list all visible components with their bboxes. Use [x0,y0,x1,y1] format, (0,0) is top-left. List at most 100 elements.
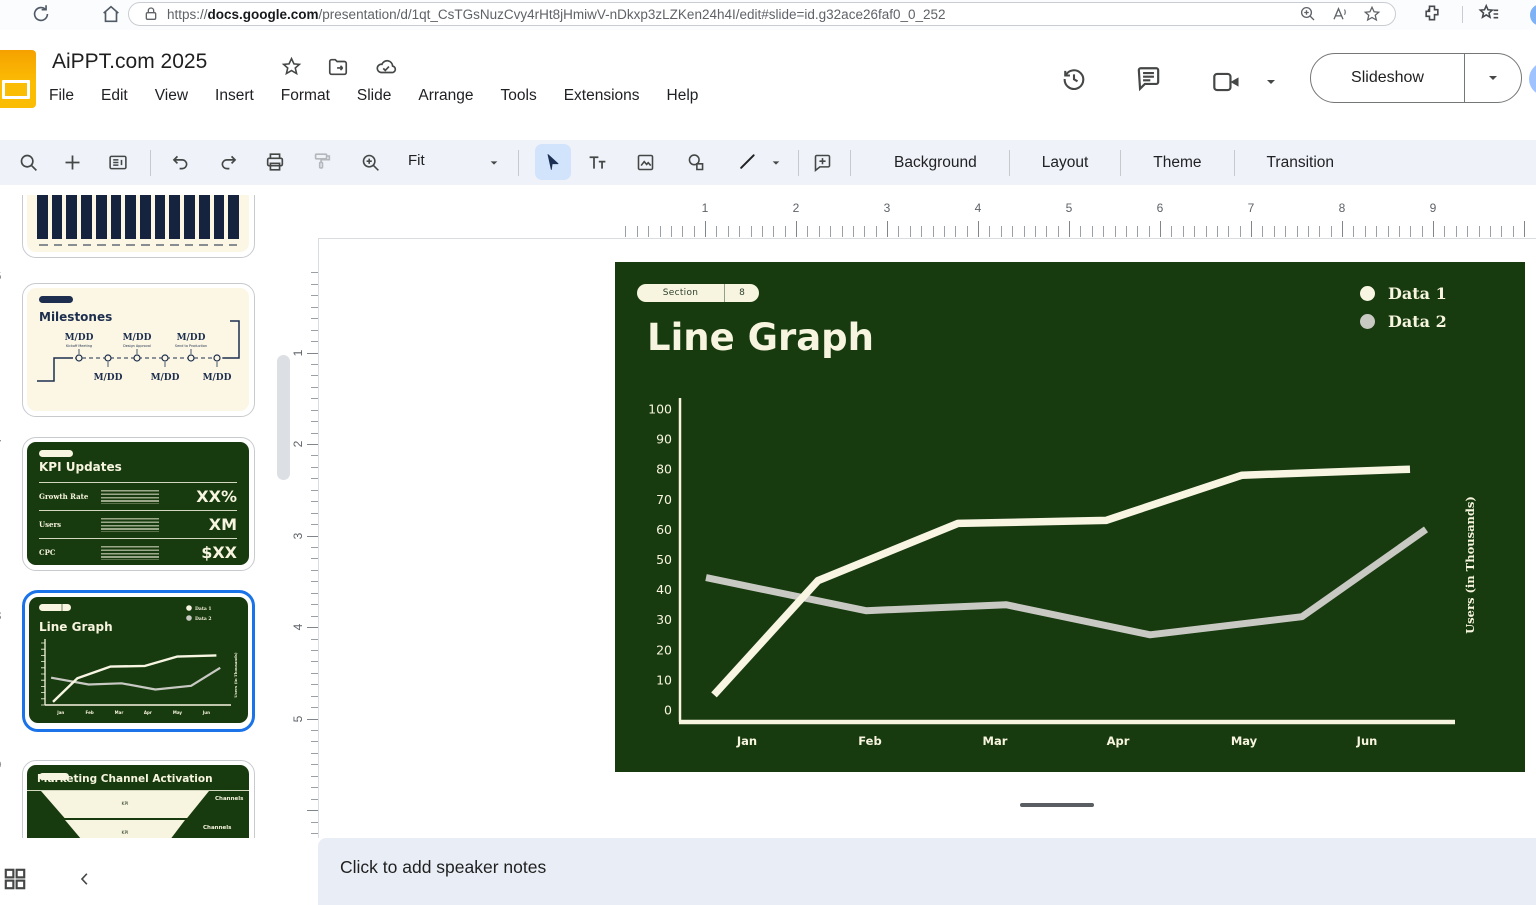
funnel-channel-label: Channels [215,796,244,802]
background-button[interactable]: Background [862,154,1009,172]
ruler-tick [311,489,318,491]
thumbnail-bar-label [39,244,48,246]
insert-image-icon[interactable] [635,152,656,173]
slide-thumbnail-marketing-funnel[interactable]: Marketing Channel Activation KPI Channels… [22,760,255,838]
ruler-number: 1 [291,349,305,356]
ruler-tick [1376,226,1378,237]
url-text[interactable]: https://docs.google.com/presentation/d/1… [167,7,1299,22]
chart-legend[interactable]: Data 1 Data 2 [1360,284,1447,331]
menu-insert[interactable]: Insert [215,87,254,105]
star-document-icon[interactable] [281,56,302,77]
favorite-star-icon[interactable] [1363,5,1381,23]
ruler-tick [1421,226,1423,237]
document-title[interactable]: AiPPT.com 2025 [52,50,207,74]
slideshow-options-caret[interactable] [1465,54,1521,102]
thumbnail-bar-label [111,244,121,246]
cloud-status-icon[interactable] [374,56,398,78]
speaker-notes[interactable]: Click to add speaker notes [318,838,1536,905]
address-bar[interactable]: https://docs.google.com/presentation/d/1… [128,2,1396,26]
slide-layout-icon[interactable] [107,152,129,173]
current-slide[interactable]: Section 8 Line Graph Data 1 Data 2 100 90 8… [615,262,1525,772]
home-icon[interactable] [100,3,122,25]
menu-help[interactable]: Help [667,87,699,105]
menu-edit[interactable]: Edit [101,87,128,105]
text-box-icon[interactable] [586,152,609,173]
slides-logo-icon[interactable] [0,50,36,108]
svg-text:Users (in Thousands): Users (in Thousands) [233,652,238,698]
browser-avatar[interactable] [1530,4,1536,26]
meet-camera-icon[interactable] [1212,69,1242,95]
svg-text:Jan: Jan [56,710,64,715]
menu-extensions[interactable]: Extensions [564,87,640,105]
meet-dropdown-caret-icon[interactable] [1264,76,1278,88]
filmstrip-scrollbar[interactable] [277,355,290,480]
zoom-icon[interactable] [360,152,381,173]
menu-format[interactable]: Format [281,87,330,105]
ruler-number: 2 [291,440,305,448]
favorites-bar-icon[interactable] [1478,3,1500,25]
theme-button[interactable]: Theme [1121,154,1233,172]
ruler-tick [311,684,318,686]
legend-item[interactable]: Data 2 [1360,312,1447,331]
section-badge-label: Section [662,288,699,298]
zoom-caret-icon[interactable] [488,158,500,168]
print-icon[interactable] [264,151,286,173]
refresh-icon[interactable] [30,3,52,25]
transition-button[interactable]: Transition [1235,154,1366,172]
collapse-filmstrip-icon[interactable] [76,870,94,888]
kpi-row-description [101,545,159,560]
line-chart-svg: 1009080706050403020100Jan Feb Mar Apr May Jun [648,398,1455,748]
notes-resize-handle[interactable] [1020,803,1094,807]
thumbnail-bar-label [97,244,106,246]
line-chart[interactable]: 100 90 80 70 60 50 40 30 20 10 0 Jan Feb Mar Apr May Jun [635,392,1475,762]
svg-text:M/DD: M/DD [151,373,180,383]
paint-format-icon[interactable] [311,151,333,173]
menu-view[interactable]: View [155,87,188,105]
svg-text:Feb: Feb [858,734,881,748]
undo-icon[interactable] [170,152,191,173]
ruler-tick [311,409,318,411]
layout-button[interactable]: Layout [1010,154,1121,172]
slide-title[interactable]: Line Graph [647,316,874,359]
svg-text:Mar: Mar [983,734,1008,748]
menu-slide[interactable]: Slide [357,87,391,105]
zoom-page-icon[interactable] [1299,5,1317,23]
ruler-tick [1194,226,1196,237]
slide-thumbnail-milestones[interactable]: Milestones M/DD Kickoff Meeting M/DD Design … [22,283,255,417]
insert-line-icon[interactable] [737,152,757,172]
slideshow-button[interactable]: Slideshow [1311,54,1464,102]
thumbnail-bar-labels [39,244,238,246]
comments-icon[interactable] [1134,64,1163,93]
ruler-tick [852,226,854,237]
slide-thumbnail-line-graph-selected[interactable]: Line Graph Data 1 Data 2 Jan Feb Mar Apr May Jun… [22,590,255,732]
ruler-tick [955,226,957,237]
slide-thumbnail-kpi-updates[interactable]: KPI Updates Growth Rate XX% Users XM CPC $XX [22,437,255,571]
y-axis-title[interactable]: Users (in Thousands) [1463,490,1477,640]
account-avatar[interactable] [1529,62,1536,96]
menu-file[interactable]: File [49,87,74,105]
extensions-icon[interactable] [1422,3,1442,23]
select-tool-active[interactable] [535,144,571,180]
line-caret-icon[interactable] [770,158,782,168]
vertical-ruler: 1 2 3 4 5 [290,238,318,838]
move-folder-icon[interactable] [327,56,349,78]
redo-icon[interactable] [218,152,239,173]
ruler-number: 1 [701,201,709,215]
menu-tools[interactable]: Tools [501,87,537,105]
search-menus-icon[interactable] [18,152,39,173]
ruler-tick [1239,226,1241,237]
section-badge[interactable]: Section 8 [637,284,759,302]
new-slide-icon[interactable] [62,152,83,173]
version-history-icon[interactable] [1060,65,1088,93]
grid-view-icon[interactable] [2,866,28,892]
slide-number: 9 [0,757,8,772]
menu-arrange[interactable]: Arrange [418,87,473,105]
insert-comment-icon[interactable] [812,152,833,173]
legend-label: Data 2 [1388,312,1447,331]
zoom-select[interactable]: Fit [408,152,425,169]
read-aloud-icon[interactable] [1331,5,1349,23]
speaker-notes-placeholder[interactable]: Click to add speaker notes [340,857,546,878]
legend-item[interactable]: Data 1 [1360,284,1447,303]
insert-shape-icon[interactable] [685,152,707,173]
ruler-tick [716,226,718,237]
